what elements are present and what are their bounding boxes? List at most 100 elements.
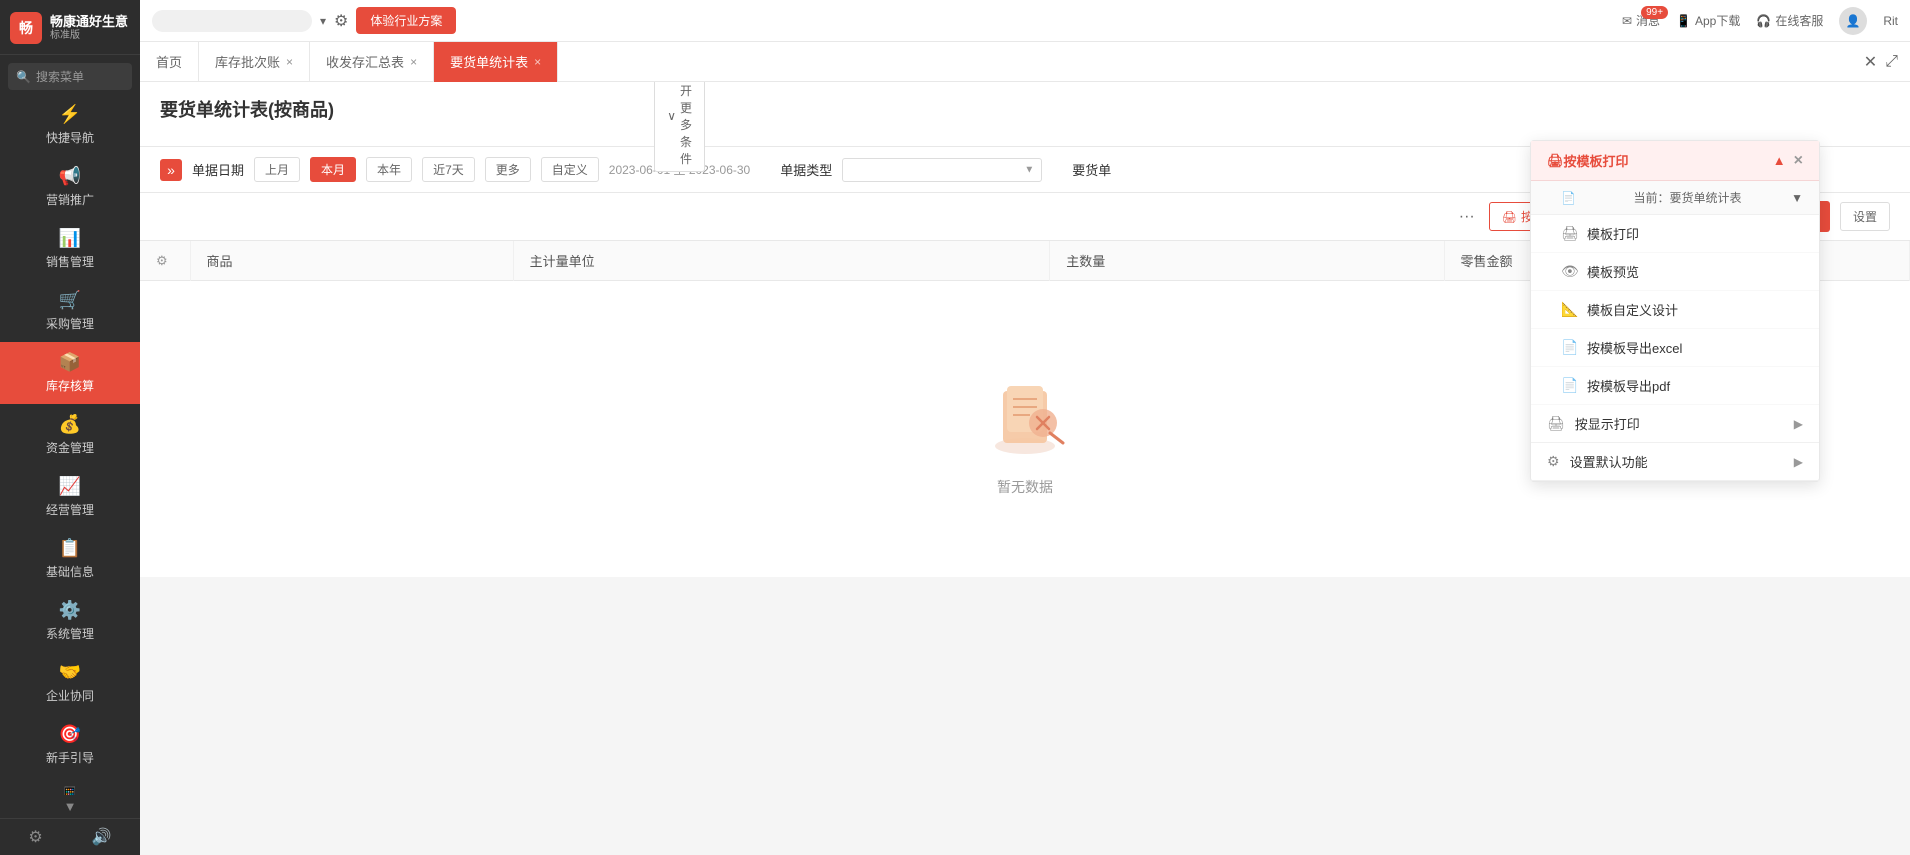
- type-filter-label: 单据类型: [780, 160, 832, 179]
- username-label[interactable]: Rit: [1883, 14, 1898, 28]
- date-filter-label: 单据日期: [192, 160, 244, 179]
- sidebar-audio-btn[interactable]: 🔊: [92, 827, 112, 847]
- search-label: 搜索菜单: [36, 68, 84, 85]
- message-btn[interactable]: ✉ 消息 99+: [1622, 12, 1660, 29]
- topbar: ▾ ⚙ 体验行业方案 ✉ 消息 99+ 📱 App下载 🎧 在线客服 👤 Rit: [140, 0, 1910, 42]
- dropdown-header: 🖨 按模板打印 ▲ ×: [1531, 141, 1819, 181]
- window-expand-btn[interactable]: ⤢: [1885, 53, 1898, 71]
- system-label: 系统管理: [46, 625, 94, 642]
- service-label: 在线客服: [1775, 12, 1823, 29]
- dropdown-item-template-print[interactable]: 🖨 模板打印: [1531, 215, 1819, 253]
- type-select-wrapper: ▼: [842, 158, 1042, 182]
- action-more-btn[interactable]: ···: [1455, 204, 1479, 230]
- template-excel-label: 按模板导出excel: [1587, 338, 1682, 357]
- sidebar-item-quick-nav[interactable]: ⚡ 快捷导航: [0, 94, 140, 156]
- dropdown-item-template-design[interactable]: 📐 模板自定义设计: [1531, 291, 1819, 329]
- date-7days-btn[interactable]: 近7天: [422, 157, 475, 182]
- operation-label: 经营管理: [46, 501, 94, 518]
- sales-icon: 📊: [59, 228, 81, 249]
- col-product: 商品: [190, 241, 513, 281]
- app-logo-icon: 畅: [10, 12, 42, 44]
- tab-order-stats-close[interactable]: ×: [534, 55, 541, 69]
- date-current-month-btn[interactable]: 本月: [310, 157, 356, 182]
- user-avatar[interactable]: 👤: [1839, 7, 1867, 35]
- empty-text: 暂无数据: [997, 477, 1053, 497]
- app-title: 畅康通好生意: [50, 14, 128, 30]
- quick-nav-label: 快捷导航: [46, 129, 94, 146]
- sidebar-item-basic[interactable]: 📋 基础信息: [0, 528, 140, 590]
- template-preview-icon: 👁: [1561, 263, 1577, 280]
- date-prev-month-btn[interactable]: 上月: [254, 157, 300, 182]
- topbar-search-input[interactable]: [152, 10, 312, 32]
- dropdown-item-set-default[interactable]: ⚙ 设置默认功能 ▶: [1531, 443, 1819, 481]
- sidebar-bottom: ⚙ 🔊: [0, 818, 140, 855]
- sidebar-settings-btn[interactable]: ⚙: [28, 827, 42, 847]
- set-default-arrow: ▶: [1794, 455, 1803, 469]
- sidebar-item-finance[interactable]: 💰 资金管理: [0, 404, 140, 466]
- dropdown-current[interactable]: 📄 当前：要货单统计表 ▼: [1531, 181, 1819, 215]
- dropdown-current-label: 当前：要货单统计表: [1634, 189, 1742, 206]
- filter-expand-btn[interactable]: »: [160, 159, 182, 181]
- template-print-icon: 🖨: [1561, 225, 1577, 242]
- sidebar-scroll-down[interactable]: ▼: [0, 795, 140, 818]
- purchase-icon: 🛒: [59, 290, 81, 311]
- sidebar: 畅 畅康通好生意 标准版 🔍 搜索菜单 ⚡ 快捷导航 📢 营销推广 📊 销售管理…: [0, 0, 140, 855]
- app-download-btn[interactable]: 📱 App下载: [1676, 12, 1740, 29]
- topbar-dropdown[interactable]: ▾: [320, 14, 326, 28]
- sidebar-item-marketing[interactable]: 📢 营销推广: [0, 156, 140, 218]
- window-buttons: ✕ ⤢: [1852, 52, 1910, 72]
- dropdown-item-display-print[interactable]: 🖨 按显示打印 ▶: [1531, 405, 1819, 443]
- dropdown-item-template-preview[interactable]: 👁 模板预览: [1531, 253, 1819, 291]
- date-more-btn[interactable]: 更多: [485, 157, 531, 182]
- col-settings[interactable]: ⚙: [140, 241, 190, 281]
- purchase-label: 采购管理: [46, 315, 94, 332]
- dropdown-close-btn[interactable]: ×: [1794, 152, 1803, 170]
- tab-batch-accounts[interactable]: 库存批次账 ×: [199, 42, 310, 82]
- tab-home-label: 首页: [156, 52, 182, 71]
- sidebar-item-inventory[interactable]: 📦 库存核算: [0, 342, 140, 404]
- tab-receipt-summary-close[interactable]: ×: [410, 55, 417, 69]
- template-print-label: 模板打印: [1587, 224, 1639, 243]
- sidebar-item-newbie[interactable]: 🎯 新手引导: [0, 714, 140, 776]
- dropdown-item-template-pdf[interactable]: 📄 按模板导出pdf: [1531, 367, 1819, 405]
- topbar-gear-icon[interactable]: ⚙: [334, 11, 348, 31]
- app-subtitle: 标准版: [50, 30, 128, 42]
- sidebar-item-system[interactable]: ⚙️ 系统管理: [0, 590, 140, 652]
- tab-home[interactable]: 首页: [140, 42, 199, 82]
- finance-label: 资金管理: [46, 439, 94, 456]
- settings-btn[interactable]: 设置: [1840, 202, 1890, 231]
- sidebar-item-sales[interactable]: 📊 销售管理: [0, 218, 140, 280]
- sidebar-item-app-center[interactable]: 📱 应用中心: [0, 776, 140, 795]
- template-design-icon: 📐: [1561, 301, 1577, 318]
- sidebar-item-purchase[interactable]: 🛒 采购管理: [0, 280, 140, 342]
- table-settings-icon[interactable]: ⚙: [156, 253, 168, 268]
- message-badge: 99+: [1641, 6, 1668, 19]
- tab-receipt-summary[interactable]: 收发存汇总表 ×: [310, 42, 434, 82]
- sidebar-item-collab[interactable]: 🤝 企业协同: [0, 652, 140, 714]
- sidebar-item-operation[interactable]: 📈 经营管理: [0, 466, 140, 528]
- type-select[interactable]: [842, 158, 1042, 182]
- newbie-label: 新手引导: [46, 749, 94, 766]
- dropdown-item-template-excel[interactable]: 📄 按模板导出excel: [1531, 329, 1819, 367]
- tab-batch-accounts-close[interactable]: ×: [286, 55, 293, 69]
- display-print-arrow: ▶: [1794, 417, 1803, 431]
- service-icon: 🎧: [1756, 14, 1771, 28]
- trial-button[interactable]: 体验行业方案: [356, 7, 456, 34]
- expand-more-btn[interactable]: ∨ 展开更多条件: [654, 82, 705, 172]
- sidebar-search[interactable]: 🔍 搜索菜单: [8, 63, 132, 90]
- sidebar-nav: ⚡ 快捷导航 📢 营销推广 📊 销售管理 🛒 采购管理 📦 库存核算 💰 资金管…: [0, 94, 140, 795]
- template-preview-label: 模板预览: [1587, 262, 1639, 281]
- dropdown-print-icon: 🖨: [1547, 153, 1564, 169]
- date-this-year-btn[interactable]: 本年: [366, 157, 412, 182]
- col-unit: 主计量单位: [513, 241, 1050, 281]
- template-design-label: 模板自定义设计: [1587, 300, 1678, 319]
- dropdown-title: 按模板打印: [1564, 151, 1629, 170]
- window-close-btn[interactable]: ✕: [1864, 52, 1877, 72]
- tab-order-stats[interactable]: 要货单统计表 ×: [434, 42, 558, 82]
- date-custom-btn[interactable]: 自定义: [541, 157, 599, 182]
- sidebar-logo: 畅 畅康通好生意 标准版: [0, 0, 140, 55]
- service-btn[interactable]: 🎧 在线客服: [1756, 12, 1823, 29]
- print-icon: 🖨: [1502, 210, 1517, 224]
- set-default-label: 设置默认功能: [1570, 452, 1648, 471]
- empty-icon: [975, 361, 1075, 461]
